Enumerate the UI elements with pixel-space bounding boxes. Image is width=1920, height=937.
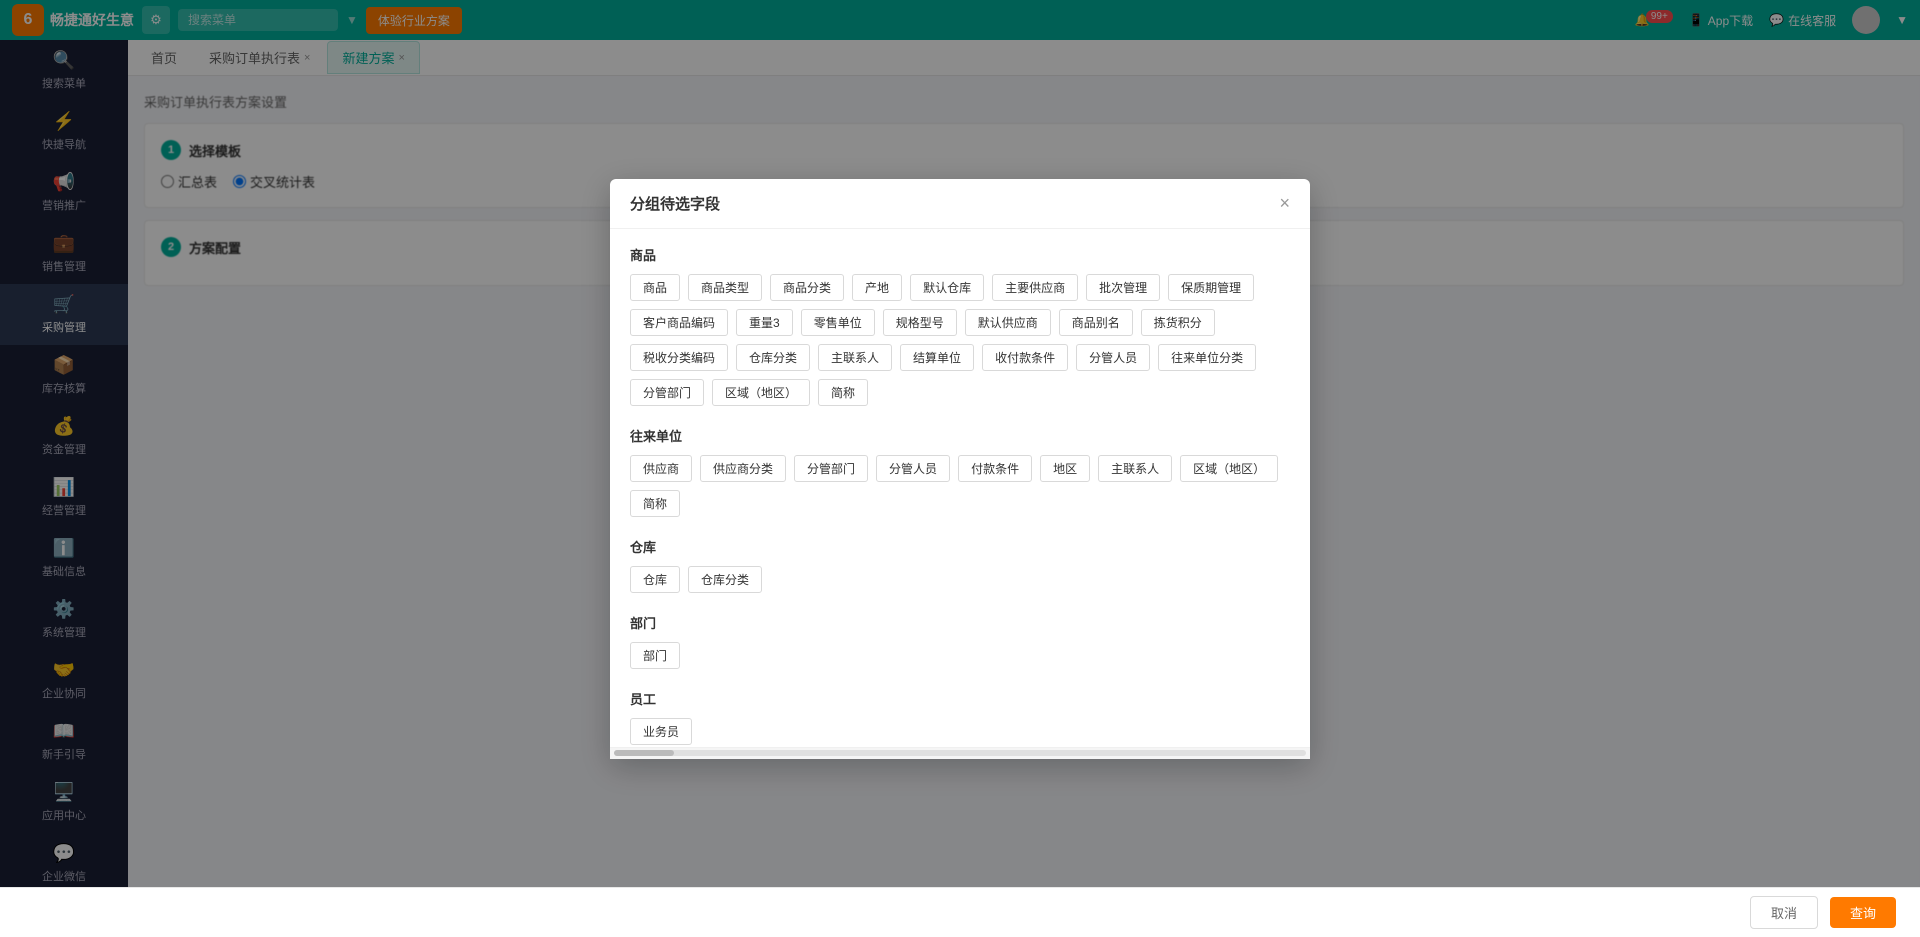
field-tag-4-0[interactable]: 业务员 <box>630 718 692 745</box>
confirm-button[interactable]: 查询 <box>1830 897 1896 928</box>
field-group-1: 往来单位供应商供应商分类分管部门分管人员付款条件地区主联系人区域（地区） 简称 <box>630 426 1290 517</box>
field-tags-3: 部门 <box>630 642 1290 669</box>
modal-header: 分组待选字段 × <box>610 179 1310 229</box>
modal-close-button[interactable]: × <box>1279 194 1290 212</box>
field-tag-2-1[interactable]: 仓库分类 <box>688 566 762 593</box>
field-tag-0-4[interactable]: 默认仓库 <box>910 274 984 301</box>
field-tag-0-11[interactable]: 规格型号 <box>883 309 957 336</box>
field-tag-0-20[interactable]: 分管人员 <box>1076 344 1150 371</box>
field-tag-0-12[interactable]: 默认供应商 <box>965 309 1051 336</box>
field-group-2: 仓库仓库仓库分类 <box>630 537 1290 593</box>
field-tag-0-13[interactable]: 商品别名 <box>1059 309 1133 336</box>
field-tag-1-4[interactable]: 付款条件 <box>958 455 1032 482</box>
field-tag-0-8[interactable]: 客户商品编码 <box>630 309 728 336</box>
field-tag-1-2[interactable]: 分管部门 <box>794 455 868 482</box>
field-tags-4: 业务员 <box>630 718 1290 745</box>
field-tag-1-0[interactable]: 供应商 <box>630 455 692 482</box>
cancel-button[interactable]: 取消 <box>1750 896 1818 929</box>
bottom-bar: 取消 查询 <box>0 887 1920 937</box>
field-tag-0-1[interactable]: 商品类型 <box>688 274 762 301</box>
modal-title: 分组待选字段 <box>630 193 720 214</box>
field-tag-0-9[interactable]: 重量3 <box>736 309 793 336</box>
hscroll-thumb <box>614 750 674 756</box>
field-group-0: 商品商品商品类型商品分类产地默认仓库主要供应商批次管理保质期管理客户商品编码重量… <box>630 245 1290 406</box>
field-tag-3-0[interactable]: 部门 <box>630 642 680 669</box>
modal-body: 商品商品商品类型商品分类产地默认仓库主要供应商批次管理保质期管理客户商品编码重量… <box>610 229 1310 747</box>
field-group-4: 员工业务员 <box>630 689 1290 745</box>
field-tag-0-22[interactable]: 分管部门 <box>630 379 704 406</box>
modal-overlay: 分组待选字段 × 商品商品商品类型商品分类产地默认仓库主要供应商批次管理保质期管… <box>0 0 1920 937</box>
field-tag-0-0[interactable]: 商品 <box>630 274 680 301</box>
field-tag-1-3[interactable]: 分管人员 <box>876 455 950 482</box>
field-tag-1-8[interactable]: 简称 <box>630 490 680 517</box>
field-tag-0-19[interactable]: 收付款条件 <box>982 344 1068 371</box>
field-tag-0-16[interactable]: 仓库分类 <box>736 344 810 371</box>
field-tag-0-14[interactable]: 拣货积分 <box>1141 309 1215 336</box>
field-tag-0-18[interactable]: 结算单位 <box>900 344 974 371</box>
hscroll-track <box>614 750 1306 756</box>
field-tag-0-17[interactable]: 主联系人 <box>818 344 892 371</box>
field-group-title-3: 部门 <box>630 613 1290 632</box>
field-tag-0-2[interactable]: 商品分类 <box>770 274 844 301</box>
field-tag-2-0[interactable]: 仓库 <box>630 566 680 593</box>
field-tag-0-15[interactable]: 税收分类编码 <box>630 344 728 371</box>
field-group-title-2: 仓库 <box>630 537 1290 556</box>
field-tag-0-23[interactable]: 区域（地区） <box>712 379 810 406</box>
field-tag-0-3[interactable]: 产地 <box>852 274 902 301</box>
field-group-title-0: 商品 <box>630 245 1290 264</box>
field-tag-1-6[interactable]: 主联系人 <box>1098 455 1172 482</box>
field-tag-0-6[interactable]: 批次管理 <box>1086 274 1160 301</box>
field-group-title-4: 员工 <box>630 689 1290 708</box>
field-tag-1-5[interactable]: 地区 <box>1040 455 1090 482</box>
field-tag-1-7[interactable]: 区域（地区） <box>1180 455 1278 482</box>
field-tag-0-5[interactable]: 主要供应商 <box>992 274 1078 301</box>
field-group-3: 部门部门 <box>630 613 1290 669</box>
modal: 分组待选字段 × 商品商品商品类型商品分类产地默认仓库主要供应商批次管理保质期管… <box>610 179 1310 759</box>
field-tag-0-24[interactable]: 简称 <box>818 379 868 406</box>
field-tags-2: 仓库仓库分类 <box>630 566 1290 593</box>
field-tag-0-7[interactable]: 保质期管理 <box>1168 274 1254 301</box>
field-tags-1: 供应商供应商分类分管部门分管人员付款条件地区主联系人区域（地区） 简称 <box>630 455 1290 517</box>
field-tag-0-21[interactable]: 往来单位分类 <box>1158 344 1256 371</box>
field-tag-1-1[interactable]: 供应商分类 <box>700 455 786 482</box>
field-tag-0-10[interactable]: 零售单位 <box>801 309 875 336</box>
field-group-title-1: 往来单位 <box>630 426 1290 445</box>
modal-horizontal-scrollbar[interactable] <box>610 747 1310 759</box>
field-tags-0: 商品商品类型商品分类产地默认仓库主要供应商批次管理保质期管理客户商品编码重量3 零… <box>630 274 1290 406</box>
